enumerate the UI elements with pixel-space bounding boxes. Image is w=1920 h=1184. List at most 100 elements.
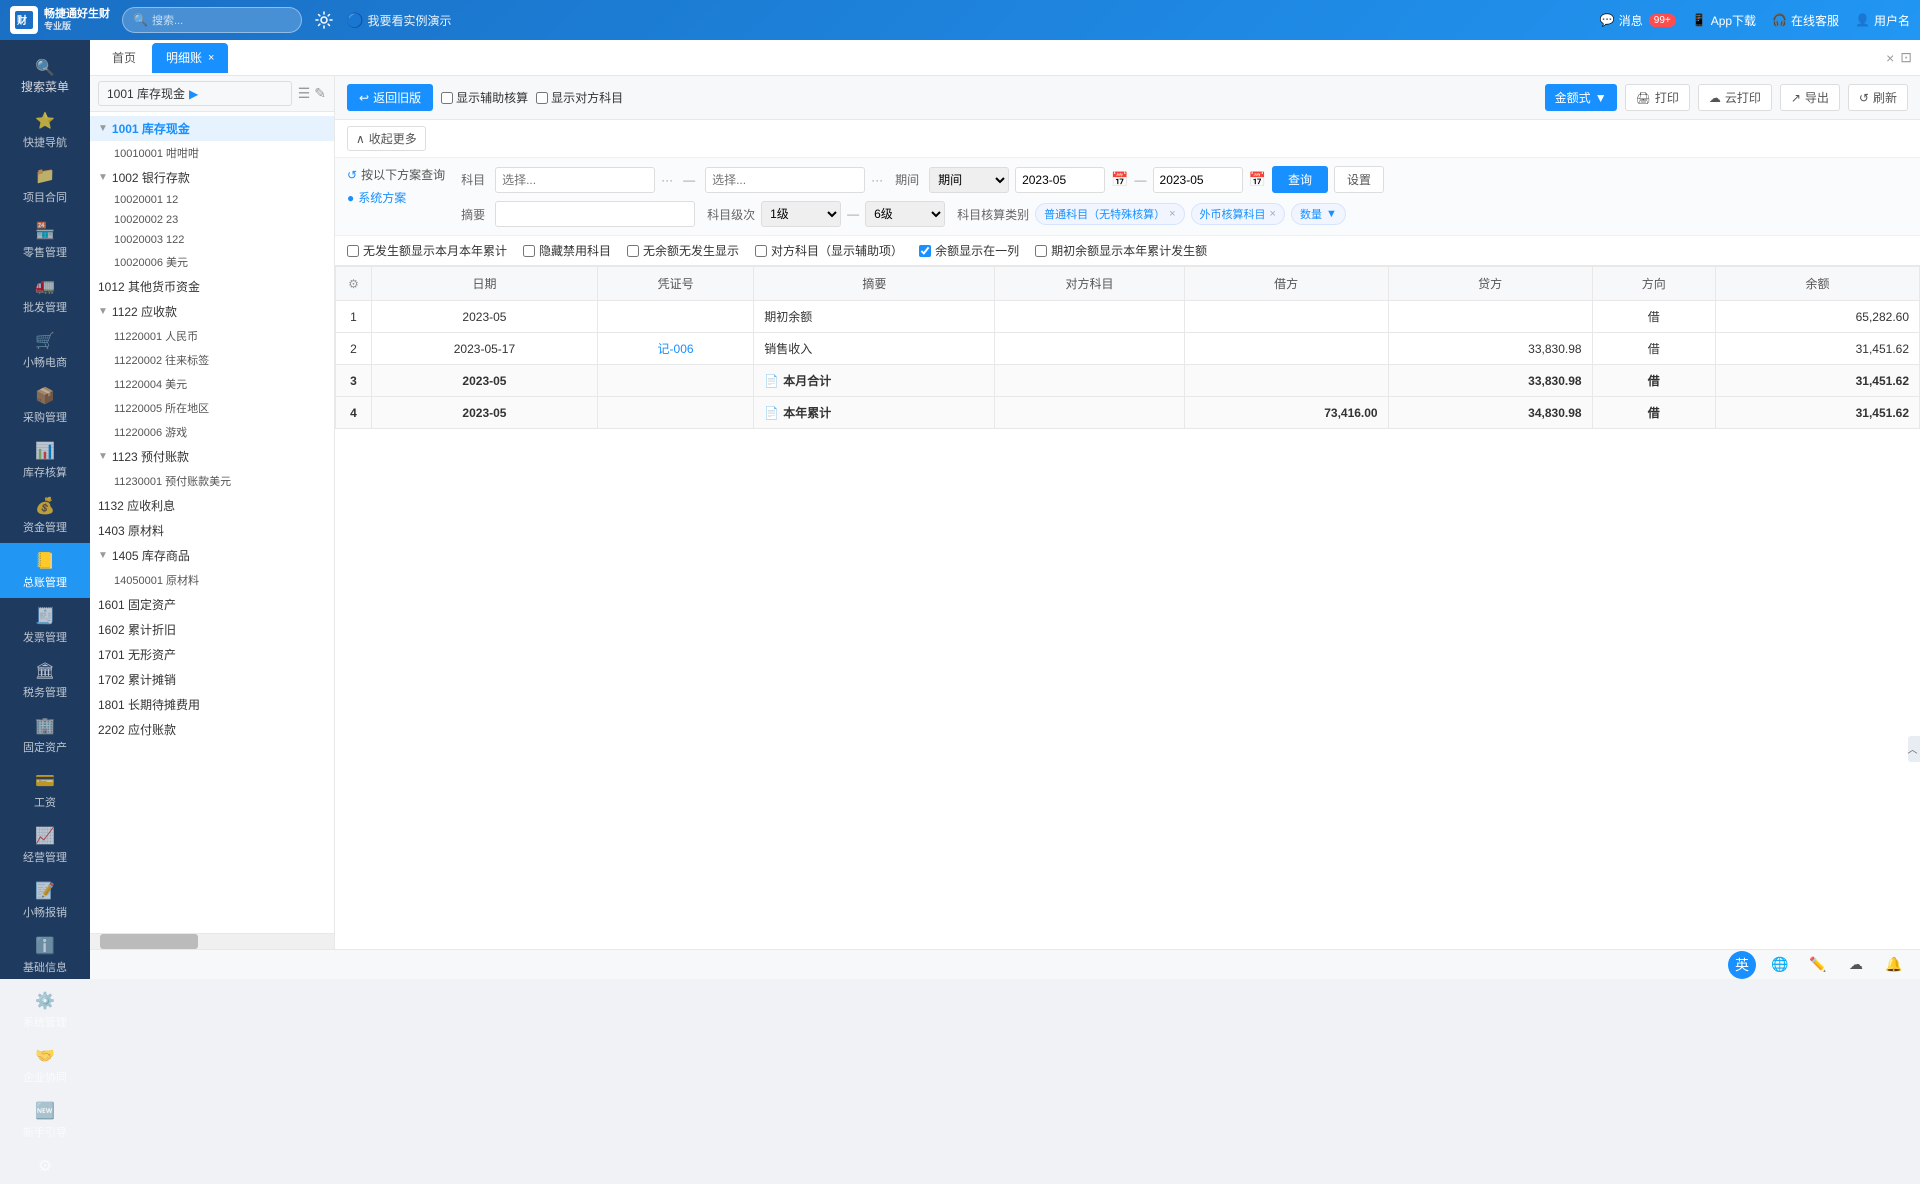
export-btn[interactable]: ↗ 导出 (1780, 84, 1840, 111)
tab-expand-icon[interactable]: ⊡ (1900, 49, 1912, 66)
tree-edit-icon[interactable]: ✎ (314, 85, 326, 102)
refresh-btn[interactable]: ↺ 刷新 (1848, 84, 1908, 111)
voucher-link[interactable]: 记-006 (658, 342, 694, 356)
tab-home[interactable]: 首页 (98, 43, 150, 73)
sidebar-item-tax[interactable]: 🏛 税务管理 (0, 653, 90, 708)
tree-item-10020006[interactable]: 10020006 美元 (90, 250, 334, 274)
message-btn[interactable]: 💬 消息 99+ (1600, 12, 1676, 29)
tree-item-1602[interactable]: 1602 累计折旧 (90, 617, 334, 642)
normal-tag[interactable]: 普通科目（无特殊核算） × (1035, 203, 1184, 225)
sidebar-item-fixed-assets[interactable]: 🏢 固定资产 (0, 708, 90, 763)
edit-btn[interactable]: ✏️ (1804, 951, 1832, 979)
print-btn[interactable]: 🖨 打印 (1625, 84, 1690, 111)
foreign-tag[interactable]: 外币核算科目 × (1191, 203, 1285, 225)
currency-mode-btn[interactable]: 金额式 ▼ (1545, 84, 1617, 111)
sidebar-item-general-ledger[interactable]: 📒 总账管理 (0, 543, 90, 598)
sidebar-item-report[interactable]: 📝 小畅报销 (0, 873, 90, 928)
tab-close-all-icon[interactable]: × (1886, 50, 1894, 66)
cloud-btn[interactable]: ☁ (1842, 951, 1870, 979)
tree-item-1405[interactable]: ▼ 1405 库存商品 (90, 543, 334, 568)
globe-btn[interactable]: 🌐 (1766, 951, 1794, 979)
sidebar-item-ecommerce[interactable]: 🛒 小畅电商 (0, 323, 90, 378)
account-selector[interactable]: 1001 库存现金 ▶ (98, 81, 292, 106)
show-aux-input[interactable] (441, 92, 453, 104)
calendar-icon2[interactable]: 📅 (1249, 171, 1266, 188)
sidebar-item-system-mgmt[interactable]: ⚙️ 系统管理 (0, 983, 90, 1038)
checkbox-balance-one-col-input[interactable] (919, 245, 931, 257)
tree-item-11220002[interactable]: 11220002 往来标签 (90, 348, 334, 372)
right-expand-btn[interactable]: 〈 (1908, 736, 1920, 762)
checkbox-no-amount-input[interactable] (347, 245, 359, 257)
app-download-btn[interactable]: 📱 App下载 (1692, 12, 1756, 29)
to-level-select[interactable]: 6级 (865, 201, 945, 227)
lang-btn[interactable]: 英 (1728, 951, 1756, 979)
tab-close-icon[interactable]: × (208, 52, 214, 64)
subject-input[interactable] (495, 167, 655, 193)
tree-item-11220006[interactable]: 11220006 游戏 (90, 420, 334, 444)
query-btn[interactable]: 查询 (1272, 166, 1328, 193)
tree-item-1122[interactable]: ▼ 1122 应收款 (90, 299, 334, 324)
tree-item-1702[interactable]: 1702 累计摊销 (90, 667, 334, 692)
sidebar-item-project[interactable]: 📁 项目合同 (0, 158, 90, 213)
col-settings-icon[interactable]: ⚙ (348, 277, 359, 291)
demo-link[interactable]: 🔵 我要看实例演示 (346, 12, 451, 29)
sidebar-item-quick-nav[interactable]: ⭐ 快捷导航 (0, 103, 90, 158)
sidebar-item-retail[interactable]: 🏪 零售管理 (0, 213, 90, 268)
tree-item-11220005[interactable]: 11220005 所在地区 (90, 396, 334, 420)
checkbox-opening-balance[interactable]: 期初余额显示本年累计发生额 (1035, 242, 1207, 259)
tree-item-1012[interactable]: 1012 其他货币资金 (90, 274, 334, 299)
tree-item-1002[interactable]: ▼ 1002 银行存款 (90, 165, 334, 190)
show-opp-input[interactable] (536, 92, 548, 104)
tree-item-10020001[interactable]: 10020001 12 (90, 190, 334, 210)
settings-icon[interactable] (310, 6, 338, 34)
tree-scrollbar[interactable] (90, 933, 334, 949)
tree-list-icon[interactable]: ☰ (298, 85, 311, 102)
checkbox-opening-balance-input[interactable] (1035, 245, 1047, 257)
period-to-input[interactable] (1153, 167, 1243, 193)
return-old-btn[interactable]: ↩ 返回旧版 (347, 84, 433, 111)
period-from-input[interactable] (1015, 167, 1105, 193)
sidebar-item-invoice[interactable]: 🧾 发票管理 (0, 598, 90, 653)
tab-detail[interactable]: 明细账 × (152, 43, 228, 73)
tag-close-icon[interactable]: × (1169, 208, 1175, 220)
sidebar-item-settings[interactable]: ⚙ (0, 1148, 90, 1184)
sidebar-item-purchase[interactable]: 📦 采购管理 (0, 378, 90, 433)
cloud-print-btn[interactable]: ☁ 云打印 (1698, 84, 1772, 111)
checkbox-hide-disabled-input[interactable] (523, 245, 535, 257)
tree-item-14050001[interactable]: 14050001 原材料 (90, 568, 334, 592)
sidebar-item-payroll[interactable]: 💳 工资 (0, 763, 90, 818)
system-scheme-btn[interactable]: ● 系统方案 (347, 189, 445, 206)
tree-item-1701[interactable]: 1701 无形资产 (90, 642, 334, 667)
checkbox-no-balance[interactable]: 无余额无发生显示 (627, 242, 739, 259)
setting-btn[interactable]: 设置 (1334, 166, 1384, 193)
quantity-tag[interactable]: 数量 ▼ (1291, 203, 1346, 225)
online-service-btn[interactable]: 🎧 在线客服 (1772, 12, 1839, 29)
subject-input2[interactable] (705, 167, 865, 193)
period-type-select[interactable]: 期间 (929, 167, 1009, 193)
sidebar-item-operations[interactable]: 📈 经营管理 (0, 818, 90, 873)
from-level-select[interactable]: 1级 (761, 201, 841, 227)
show-aux-checkbox[interactable]: 显示辅助核算 (441, 89, 528, 106)
show-opp-checkbox[interactable]: 显示对方科目 (536, 89, 623, 106)
sidebar-item-cooperation[interactable]: 🤝 企业协同 (0, 1038, 90, 1093)
collapse-filter-btn[interactable]: ∧ 收起更多 (347, 126, 426, 151)
sidebar-item-basic-info[interactable]: ℹ️ 基础信息 (0, 928, 90, 983)
tree-item-10010001[interactable]: 10010001 咁咁咁 (90, 141, 334, 165)
sidebar-item-wholesale[interactable]: 🚛 批发管理 (0, 268, 90, 323)
checkbox-hide-disabled[interactable]: 隐藏禁用科目 (523, 242, 611, 259)
checkbox-no-balance-input[interactable] (627, 245, 639, 257)
sidebar-search[interactable]: 🔍 搜索菜单 (0, 50, 90, 103)
tree-item-1403[interactable]: 1403 原材料 (90, 518, 334, 543)
tree-item-2202[interactable]: 2202 应付账款 (90, 717, 334, 742)
tag-close-icon2[interactable]: × (1270, 208, 1276, 220)
checkbox-opp-subject[interactable]: 对方科目（显示辅助项） (755, 242, 903, 259)
calendar-icon[interactable]: 📅 (1111, 171, 1128, 188)
tree-item-11220004[interactable]: 11220004 美元 (90, 372, 334, 396)
tree-item-1001[interactable]: ▼ 1001 库存现金 (90, 116, 334, 141)
tree-item-11220001[interactable]: 11220001 人民币 (90, 324, 334, 348)
sidebar-item-inventory[interactable]: 📊 库存核算 (0, 433, 90, 488)
top-search-box[interactable]: 🔍 搜索... (122, 7, 302, 33)
checkbox-no-amount[interactable]: 无发生额显示本月本年累计 (347, 242, 507, 259)
tree-item-11230001[interactable]: 11230001 预付账款美元 (90, 469, 334, 493)
summary-input[interactable] (495, 201, 695, 227)
